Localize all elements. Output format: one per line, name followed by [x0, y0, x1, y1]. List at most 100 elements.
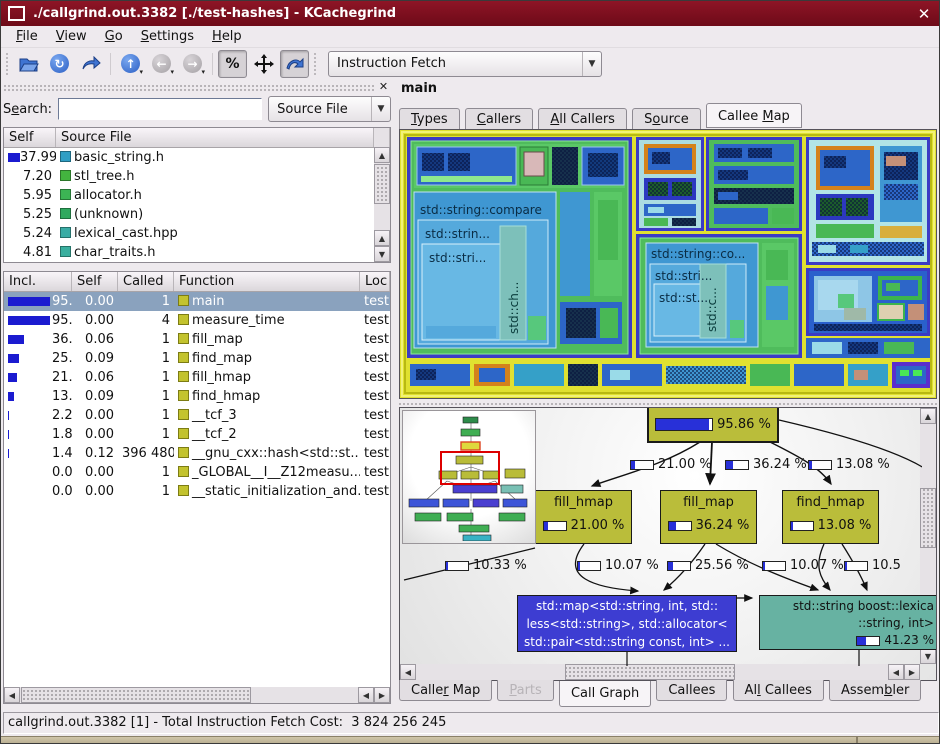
scrollbar-horizontal[interactable]: ◀ ◀ ▶ [4, 687, 390, 703]
table-row[interactable]: 2.28 0.00 1 __tcf_3 test [4, 406, 390, 425]
table-row[interactable]: 7.20 stl_tree.h [4, 167, 390, 186]
menu-settings[interactable]: Settings [132, 27, 203, 46]
table-row[interactable]: 37.99 basic_string.h [4, 148, 390, 167]
redo-button[interactable] [76, 50, 105, 78]
col-function[interactable]: Function [174, 272, 360, 291]
tab-callee-map[interactable]: Callee Map [705, 103, 802, 128]
cycle-detection-toggle-button[interactable] [280, 49, 309, 78]
scroll-left-icon[interactable]: ◀ [400, 664, 416, 680]
edge-label: 10.33 % [445, 558, 527, 573]
scrollbar-thumb[interactable] [920, 488, 936, 548]
col-source-file[interactable]: Source File [56, 128, 374, 147]
event-type-select[interactable]: Instruction Fetch ▼ [328, 50, 602, 77]
toolbar-handle[interactable] [5, 51, 10, 76]
window-menu-icon[interactable] [8, 6, 25, 21]
treemap-label: std::st... [659, 291, 708, 305]
percentage-toggle-button[interactable]: % [218, 49, 247, 78]
graph-node-main[interactable]: 95.86 % [647, 408, 779, 443]
scroll-right-icon[interactable]: ▶ [374, 687, 390, 703]
titlebar[interactable]: ./callgrind.out.3382 [./test-hashes] - K… [1, 1, 939, 26]
toolbar-handle[interactable] [313, 51, 318, 76]
col-self[interactable]: Self [4, 128, 56, 147]
table-row[interactable]: 36.24 0.06 1 fill_map test [4, 330, 390, 349]
table-header[interactable]: Self Source File [4, 128, 390, 148]
graph-node-std-map[interactable]: std::map<std::string, int, std:: less<st… [517, 595, 737, 652]
open-button[interactable] [14, 50, 43, 78]
table-row[interactable]: 25.54 0.09 1 find_map test [4, 349, 390, 368]
tab-source[interactable]: Source [632, 108, 701, 130]
scroll-down-icon[interactable]: ▼ [374, 246, 390, 262]
search-input[interactable] [58, 98, 263, 120]
reload-button[interactable]: ↻ [45, 50, 74, 78]
scrollbar-horizontal[interactable]: ◀ ◀ ▶ [400, 664, 920, 680]
scroll-up-icon[interactable]: ▲ [374, 147, 390, 163]
scroll-left-icon[interactable]: ◀ [4, 687, 20, 703]
tab-caller-map[interactable]: Caller Map [399, 680, 493, 701]
callee-treemap[interactable]: std::string::compare std::strin... std::… [400, 130, 936, 398]
scrollbar-thumb[interactable] [374, 164, 390, 204]
callee-map-view[interactable]: std::string::compare std::strin... std::… [399, 129, 937, 399]
table-row[interactable]: 21.00 0.06 1 fill_hmap test [4, 368, 390, 387]
cost-percent: 95.86 % [717, 416, 771, 432]
table-row-selected[interactable]: 95.86 0.00 1 main test [4, 292, 390, 311]
table-row[interactable]: 4.81 char_traits.h [4, 243, 390, 262]
table-row[interactable]: 5.25 (unknown) [4, 205, 390, 224]
col-called[interactable]: Called [118, 272, 174, 291]
scrollbar-thumb[interactable] [21, 687, 251, 703]
scroll-up-icon[interactable]: ▲ [374, 230, 390, 246]
close-icon[interactable]: ✕ [911, 3, 937, 24]
dropdown-arrow-icon: ▾ [201, 67, 205, 76]
table-row[interactable]: 0.00 0.00 1 __static_initialization_and.… [4, 482, 390, 501]
edge-label: 10.5 [844, 558, 901, 573]
menu-view[interactable]: View [47, 27, 96, 46]
search-label: Search: [3, 101, 53, 117]
function-color-icon [178, 409, 189, 420]
cost-bar [655, 417, 714, 431]
group-by-select[interactable]: Source File ▼ [268, 96, 391, 122]
dock-handle[interactable] [3, 83, 376, 91]
scroll-left-icon[interactable]: ◀ [358, 687, 374, 703]
node-label: less<std::string>, std::allocator< [526, 617, 728, 631]
graph-node-fill-hmap[interactable]: fill_hmap 21.00 % [535, 490, 632, 544]
graph-node-find-hmap[interactable]: find_hmap 13.08 % [782, 490, 879, 544]
table-row[interactable]: 1.41 0.12 396 480 __gnu_cxx::hash<std::s… [4, 444, 390, 463]
tab-all-callees[interactable]: All Callees [732, 680, 824, 701]
table-row[interactable]: 1.81 0.00 1 __tcf_2 test [4, 425, 390, 444]
expand-toggle-button[interactable] [249, 50, 278, 78]
up-button[interactable]: ↑ ▾ [116, 50, 145, 78]
dock-titlebar[interactable]: ✕ [3, 81, 391, 93]
back-button[interactable]: ← ▾ [147, 50, 176, 78]
menu-file[interactable]: File [7, 27, 47, 46]
tab-assembler[interactable]: Assembler [829, 680, 922, 701]
scroll-down-icon[interactable]: ▼ [920, 648, 936, 664]
menu-help[interactable]: Help [203, 27, 251, 46]
table-row[interactable]: 5.95 allocator.h [4, 186, 390, 205]
graph-node-fill-map[interactable]: fill_map 36.24 % [660, 490, 757, 544]
table-row[interactable]: 13.08 0.09 1 find_hmap test [4, 387, 390, 406]
dock-close-icon[interactable]: ✕ [376, 81, 391, 93]
tab-types[interactable]: Types [399, 108, 460, 130]
col-self[interactable]: Self [72, 272, 118, 291]
tab-all-callers[interactable]: All Callers [538, 108, 627, 130]
node-label: std::string boost::lexica [792, 599, 934, 613]
table-row[interactable]: 95.86 0.00 4 measure_time test [4, 311, 390, 330]
scroll-right-icon[interactable]: ▶ [904, 664, 920, 680]
scrollbar-thumb[interactable] [565, 664, 735, 680]
col-incl[interactable]: Incl. [4, 272, 72, 291]
file-color-icon [60, 189, 71, 200]
graph-overview-pane[interactable] [402, 410, 536, 544]
scroll-up-icon[interactable]: ▲ [920, 408, 936, 424]
scrollbar-vertical[interactable]: ▲ ▲ ▼ [374, 147, 390, 262]
table-row[interactable]: 0.00 0.00 1 _GLOBAL__I__Z12measu... test [4, 463, 390, 482]
graph-node-lexical-cast[interactable]: std::string boost::lexica ::string, int>… [759, 595, 936, 650]
tab-callers[interactable]: Callers [464, 108, 534, 130]
menu-go[interactable]: Go [96, 27, 132, 46]
call-graph-view[interactable]: 95.86 % 21.00 % 36.24 % 13.08 % fill_hma… [399, 407, 937, 681]
scroll-left-icon[interactable]: ◀ [888, 664, 904, 680]
tab-callees[interactable]: Callees [656, 680, 728, 701]
table-row[interactable]: 5.24 lexical_cast.hpp [4, 224, 390, 243]
table-header[interactable]: Incl. Self Called Function Loc [4, 272, 390, 292]
col-loc[interactable]: Loc [360, 272, 390, 291]
forward-button[interactable]: → ▾ [178, 50, 207, 78]
tab-call-graph[interactable]: Call Graph [558, 681, 652, 707]
